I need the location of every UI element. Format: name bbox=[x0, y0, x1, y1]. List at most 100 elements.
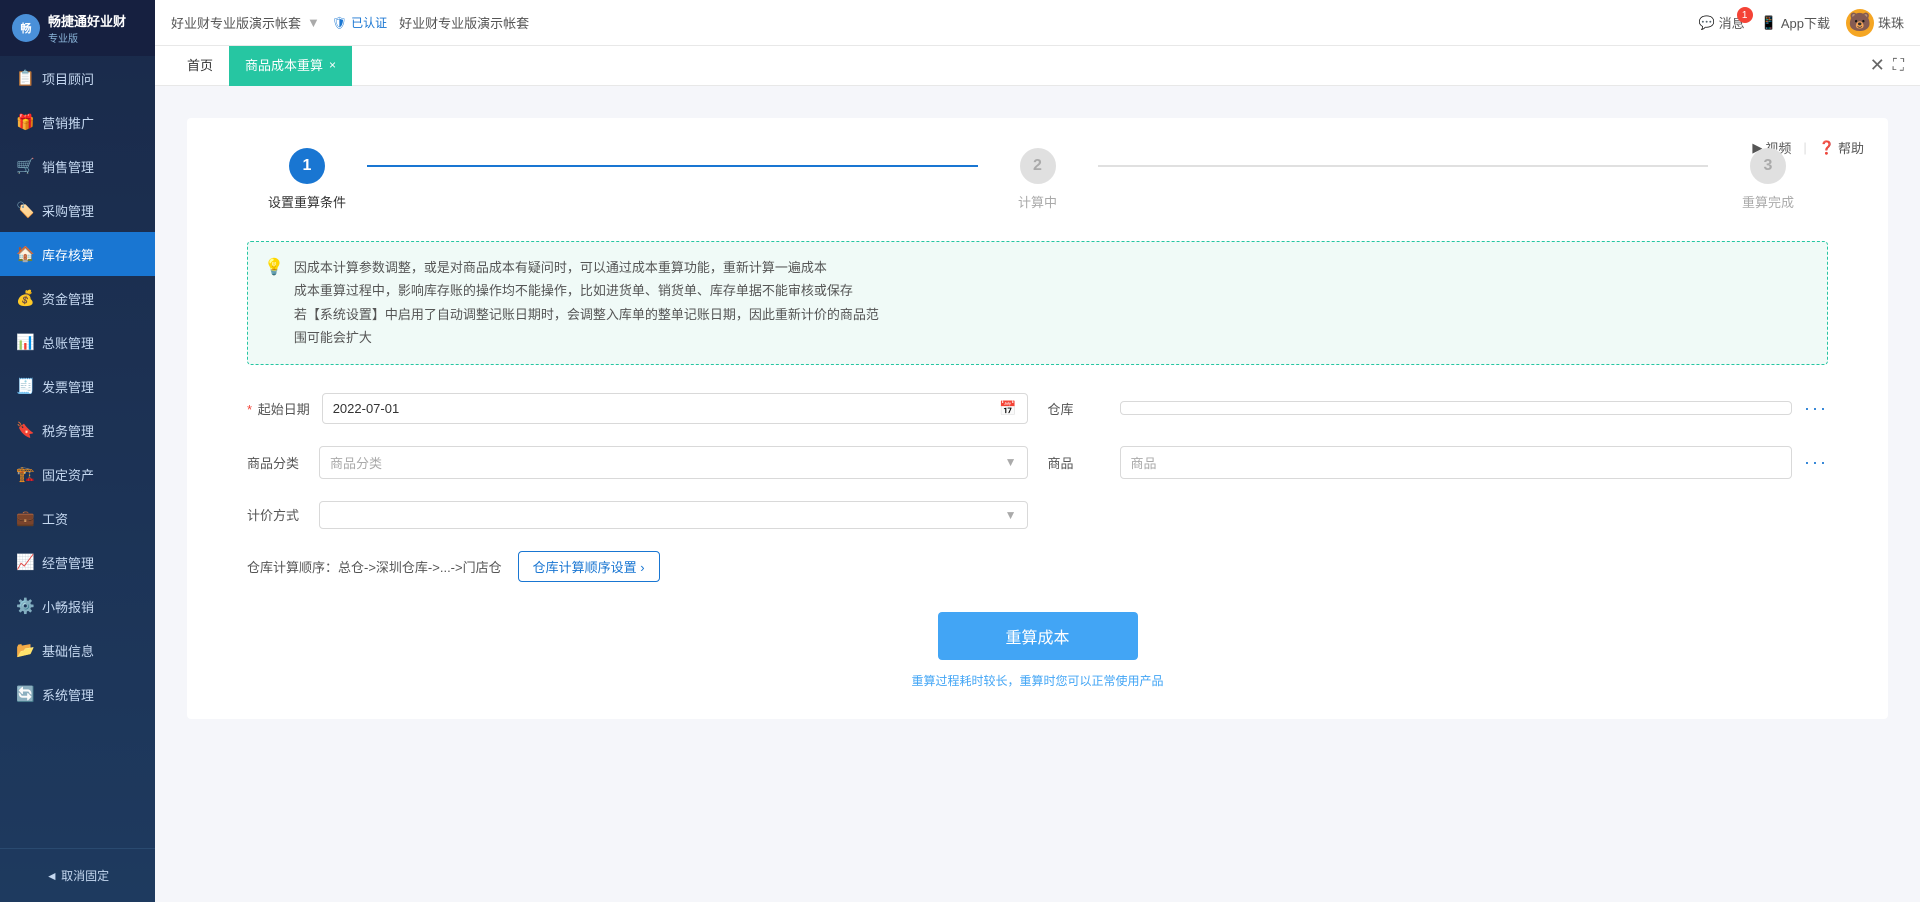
goods-label: 商品 bbox=[1048, 453, 1108, 472]
sidebar-item-invoice[interactable]: 🧾 发票管理 bbox=[0, 364, 155, 408]
sidebar-item-marketing[interactable]: 🎁 营销推广 bbox=[0, 100, 155, 144]
warehouse-input[interactable] bbox=[1120, 401, 1793, 415]
sidebar-item-label: 资金管理 bbox=[42, 289, 94, 308]
info-box: 💡 因成本计算参数调整，或是对商品成本有疑问时，可以通过成本重算功能，重新计算一… bbox=[247, 241, 1828, 365]
sidebar-item-system[interactable]: 🔄 系统管理 bbox=[0, 672, 155, 716]
marketing-icon: 🎁 bbox=[16, 113, 34, 131]
warehouse-label: 仓库 bbox=[1048, 399, 1108, 418]
sidebar-item-label: 库存核算 bbox=[42, 245, 94, 264]
sidebar: 畅 畅捷通好业财 专业版 📋 项目顾问 🎁 营销推广 🛒 销售管理 🏷️ 采购管… bbox=[0, 0, 155, 902]
basic-icon: 📂 bbox=[16, 641, 34, 659]
avatar: 🐻 bbox=[1846, 9, 1874, 37]
unpin-sidebar-button[interactable]: ◄ 取消固定 bbox=[0, 859, 155, 892]
sidebar-item-purchase[interactable]: 🏷️ 采购管理 bbox=[0, 188, 155, 232]
tab-close-icon[interactable]: × bbox=[329, 58, 336, 72]
app-download-button[interactable]: 📱 App下载 bbox=[1761, 13, 1830, 32]
sidebar-item-label: 总账管理 bbox=[42, 333, 94, 352]
sidebar-item-label: 小畅报销 bbox=[42, 597, 94, 616]
step-3-circle: 3 bbox=[1750, 148, 1786, 184]
sidebar-item-label: 基础信息 bbox=[42, 641, 94, 660]
sales-icon: 🛒 bbox=[16, 157, 34, 175]
form-row-2: 商品分类 商品分类 ▼ 商品 商品 ··· bbox=[247, 446, 1828, 479]
operation-icon: 📈 bbox=[16, 553, 34, 571]
sidebar-item-label: 销售管理 bbox=[42, 157, 94, 176]
sidebar-item-label: 采购管理 bbox=[42, 201, 94, 220]
tab-actions: ✕ ⛶ bbox=[1870, 55, 1904, 76]
category-placeholder: 商品分类 bbox=[330, 453, 999, 472]
tab-home[interactable]: 首页 bbox=[171, 46, 229, 86]
account-name: 好业财专业版演示帐套 bbox=[171, 13, 301, 32]
sidebar-item-label: 营销推广 bbox=[42, 113, 94, 132]
pricing-group: 计价方式 ▼ bbox=[247, 501, 1028, 529]
help-link[interactable]: ❓ 帮助 bbox=[1819, 138, 1864, 157]
info-text: 因成本计算参数调整，或是对商品成本有疑问时，可以通过成本重算功能，重新计算一遍成… bbox=[294, 256, 879, 350]
sidebar-item-inventory[interactable]: 🏠 库存核算 bbox=[0, 232, 155, 276]
window-expand-icon[interactable]: ⛶ bbox=[1893, 57, 1904, 75]
recalc-button[interactable]: 重算成本 bbox=[938, 612, 1138, 660]
sidebar-item-finance[interactable]: 💰 资金管理 bbox=[0, 276, 155, 320]
sidebar-bottom: ◄ 取消固定 bbox=[0, 848, 155, 902]
sidebar-item-fixed-assets[interactable]: 🏗️ 固定资产 bbox=[0, 452, 155, 496]
sidebar-item-label: 发票管理 bbox=[42, 377, 94, 396]
user-name: 珠珠 bbox=[1878, 13, 1904, 32]
verified-label: 已认证 bbox=[351, 14, 387, 31]
tab-product-cost[interactable]: 商品成本重算 × bbox=[229, 46, 352, 86]
verified-badge: 🛡 已认证 bbox=[332, 14, 387, 31]
sidebar-item-label: 项目顾问 bbox=[42, 69, 94, 88]
recalc-hint: 重算过程耗时较长，重算时您可以正常使用产品 bbox=[911, 672, 1163, 689]
tabbar: 首页 商品成本重算 × ✕ ⛶ bbox=[155, 46, 1920, 86]
step-1-label: 设置重算条件 bbox=[268, 192, 346, 211]
sidebar-item-sales[interactable]: 🛒 销售管理 bbox=[0, 144, 155, 188]
tax-icon: 🔖 bbox=[16, 421, 34, 439]
step-connector-1-2 bbox=[367, 165, 978, 167]
account-selector[interactable]: 好业财专业版演示帐套 ▼ bbox=[171, 13, 320, 32]
message-badge: 1 bbox=[1737, 7, 1753, 23]
category-label: 商品分类 bbox=[247, 453, 307, 472]
step-1-circle: 1 bbox=[289, 148, 325, 184]
start-date-input[interactable]: 2022-07-01 📅 bbox=[322, 393, 1028, 424]
calendar-icon[interactable]: 📅 bbox=[999, 400, 1016, 417]
sidebar-item-label: 系统管理 bbox=[42, 685, 94, 704]
tab-home-label: 首页 bbox=[187, 55, 213, 74]
form-row-3: 计价方式 ▼ bbox=[247, 501, 1828, 529]
goods-group: 商品 商品 ··· bbox=[1048, 446, 1829, 479]
finance-icon: 💰 bbox=[16, 289, 34, 307]
step-2-label: 计算中 bbox=[1018, 192, 1057, 211]
sidebar-item-label: 固定资产 bbox=[42, 465, 94, 484]
category-select[interactable]: 商品分类 ▼ bbox=[319, 446, 1028, 479]
sidebar-item-label: 工资 bbox=[42, 509, 68, 528]
project-icon: 📋 bbox=[16, 69, 34, 87]
accounting-icon: 📊 bbox=[16, 333, 34, 351]
app-download-label: App下载 bbox=[1781, 13, 1830, 32]
inventory-icon: 🏠 bbox=[16, 245, 34, 263]
warehouse-order-settings-button[interactable]: 仓库计算顺序设置 › bbox=[518, 551, 660, 582]
sidebar-item-project[interactable]: 📋 项目顾问 bbox=[0, 56, 155, 100]
sidebar-item-accounting[interactable]: 📊 总账管理 bbox=[0, 320, 155, 364]
pricing-select[interactable]: ▼ bbox=[319, 501, 1028, 529]
goods-more-btn[interactable]: ··· bbox=[1804, 452, 1828, 473]
user-avatar-button[interactable]: 🐻 珠珠 bbox=[1846, 9, 1904, 37]
start-date-group: * 起始日期 2022-07-01 📅 bbox=[247, 393, 1028, 424]
sidebar-item-expense[interactable]: ⚙️ 小畅报销 bbox=[0, 584, 155, 628]
content-area: ▶ 视频 | ❓ 帮助 1 设置重算条件 bbox=[187, 118, 1888, 719]
expense-icon: ⚙️ bbox=[16, 597, 34, 615]
steps-section: 1 设置重算条件 2 计算中 3 重算完成 bbox=[247, 148, 1828, 211]
goods-input[interactable]: 商品 bbox=[1120, 446, 1793, 479]
window-close-icon[interactable]: ✕ bbox=[1870, 55, 1885, 76]
sidebar-item-basic[interactable]: 📂 基础信息 bbox=[0, 628, 155, 672]
warehouse-order-label: 仓库计算顺序：总仓->深圳仓库->...->门店仓 bbox=[247, 557, 502, 576]
category-group: 商品分类 商品分类 ▼ bbox=[247, 446, 1028, 479]
start-date-label: * 起始日期 bbox=[247, 399, 310, 418]
sidebar-item-tax[interactable]: 🔖 税务管理 bbox=[0, 408, 155, 452]
sidebar-item-salary[interactable]: 💼 工资 bbox=[0, 496, 155, 540]
messages-button[interactable]: 💬 消息 1 bbox=[1698, 13, 1744, 32]
recalc-section: 重算成本 重算过程耗时较长，重算时您可以正常使用产品 bbox=[247, 612, 1828, 689]
step-2: 2 计算中 bbox=[978, 148, 1098, 211]
account-dropdown-icon: ▼ bbox=[307, 15, 320, 30]
sidebar-logo-text: 畅捷通好业财 专业版 bbox=[48, 11, 126, 45]
warehouse-more-btn[interactable]: ··· bbox=[1804, 398, 1828, 419]
message-icon: 💬 bbox=[1698, 15, 1714, 31]
start-date-value: 2022-07-01 bbox=[333, 401, 993, 416]
sidebar-item-operation[interactable]: 📈 经营管理 bbox=[0, 540, 155, 584]
form-row-1: * 起始日期 2022-07-01 📅 仓库 ··· bbox=[247, 393, 1828, 424]
